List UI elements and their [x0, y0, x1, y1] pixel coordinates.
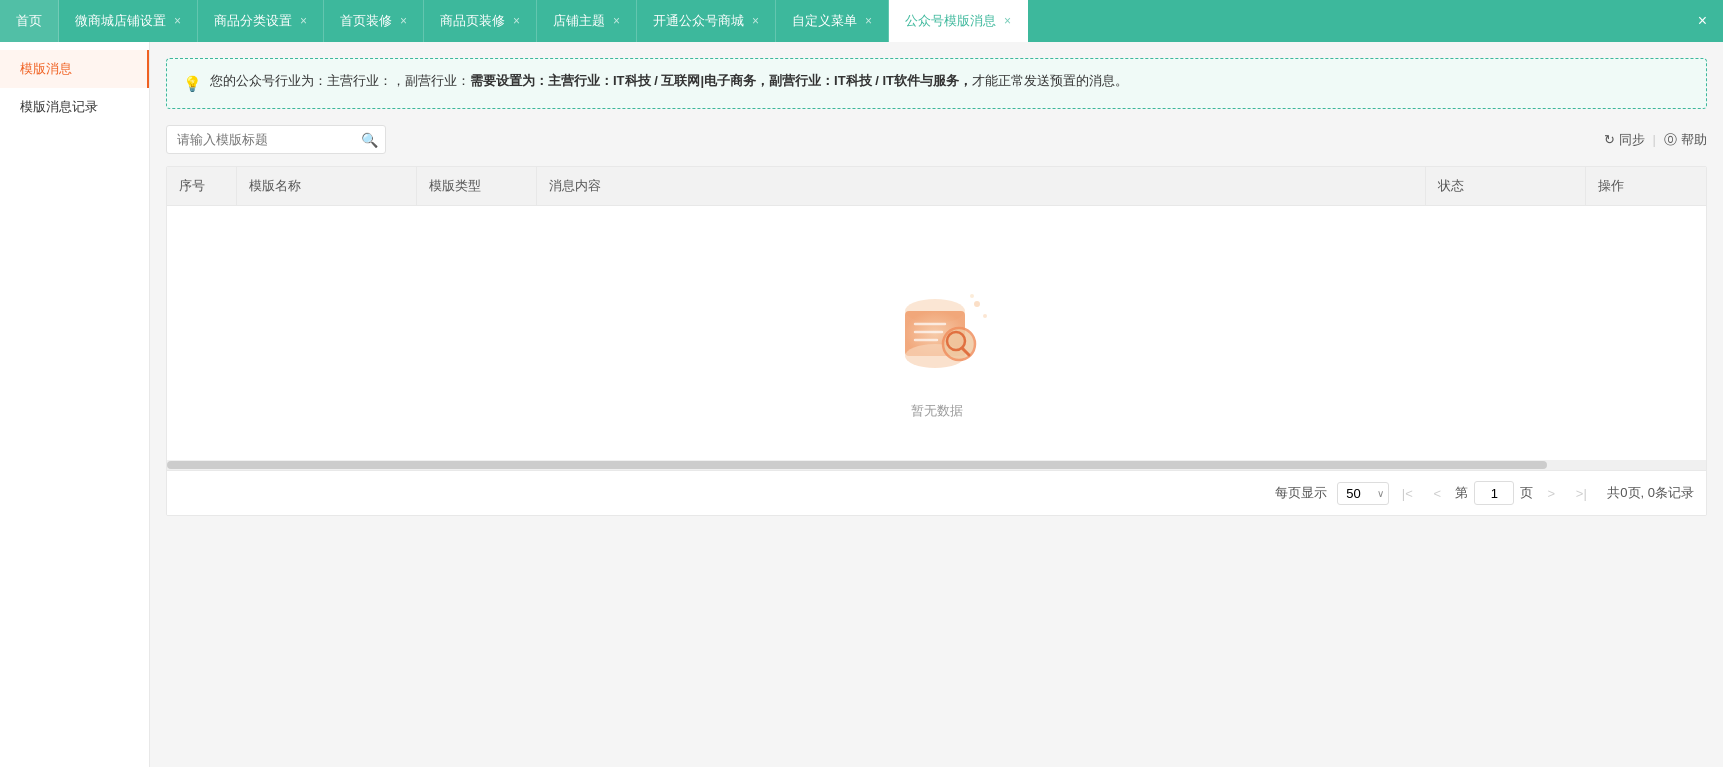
tab-close-openshop[interactable]: ×	[752, 14, 759, 28]
tab-close-productpage[interactable]: ×	[513, 14, 520, 28]
tab-theme[interactable]: 店铺主题×	[537, 0, 637, 42]
svg-point-10	[983, 314, 987, 318]
svg-point-9	[974, 301, 980, 307]
tab-close-theme[interactable]: ×	[613, 14, 620, 28]
page-number-input[interactable]	[1474, 481, 1514, 505]
empty-icon	[877, 266, 997, 386]
top-nav: 首页微商城店铺设置×商品分类设置×首页装修×商品页装修×店铺主题×开通公众号商城…	[0, 0, 1723, 42]
tab-close-categories[interactable]: ×	[300, 14, 307, 28]
search-input[interactable]	[166, 125, 386, 154]
main-content: 💡 您的公众号行业为：主营行业：，副营行业：需要设置为：主营行业：IT科技 / …	[150, 42, 1723, 767]
notice-text: 您的公众号行业为：主营行业：，副营行业：需要设置为：主营行业：IT科技 / 互联…	[210, 71, 1128, 92]
per-page-select-wrap: 50 20 100	[1337, 482, 1389, 505]
tab-close-homepage[interactable]: ×	[400, 14, 407, 28]
col-action: 操作	[1586, 167, 1706, 205]
tab-close-weshop[interactable]: ×	[174, 14, 181, 28]
empty-text: 暂无数据	[911, 402, 963, 420]
layout: 模版消息模版消息记录 💡 您的公众号行业为：主营行业：，副营行业：需要设置为：主…	[0, 42, 1723, 767]
tab-productpage[interactable]: 商品页装修×	[424, 0, 537, 42]
toolbar-right: ↻ 同步 | ⓪ 帮助	[1604, 131, 1707, 149]
tab-close-custommenu[interactable]: ×	[865, 14, 872, 28]
empty-state: 暂无数据	[167, 206, 1706, 460]
sidebar: 模版消息模版消息记录	[0, 42, 150, 767]
last-page-button[interactable]: >|	[1569, 481, 1593, 505]
search-input-wrap: 🔍	[166, 125, 386, 154]
tab-weshop[interactable]: 微商城店铺设置×	[59, 0, 198, 42]
search-button[interactable]: 🔍	[361, 132, 378, 148]
col-content: 消息内容	[537, 167, 1426, 205]
refresh-icon: ↻	[1604, 132, 1615, 147]
svg-point-11	[970, 294, 974, 298]
total-label: 共0页, 0条记录	[1607, 484, 1694, 502]
table-header: 序号模版名称模版类型消息内容状态操作	[167, 167, 1706, 206]
data-table: 序号模版名称模版类型消息内容状态操作	[166, 166, 1707, 516]
col-name: 模版名称	[237, 167, 417, 205]
sidebar-item-template-msg[interactable]: 模版消息	[0, 50, 149, 88]
divider: |	[1653, 132, 1656, 147]
tab-templatemsg[interactable]: 公众号模版消息×	[889, 0, 1028, 42]
horizontal-scrollbar[interactable]	[167, 460, 1706, 470]
per-page-select[interactable]: 50 20 100	[1337, 482, 1389, 505]
global-close-button[interactable]: ×	[1682, 0, 1723, 42]
tab-categories[interactable]: 商品分类设置×	[198, 0, 324, 42]
tab-close-templatemsg[interactable]: ×	[1004, 14, 1011, 28]
col-type: 模版类型	[417, 167, 537, 205]
next-page-button[interactable]: >	[1539, 481, 1563, 505]
col-status: 状态	[1426, 167, 1586, 205]
sync-button[interactable]: ↻ 同步	[1604, 131, 1645, 149]
scrollbar-thumb[interactable]	[167, 461, 1547, 469]
col-seq: 序号	[167, 167, 237, 205]
pagination: 每页显示 50 20 100 |< < 第 页 > >| 共0页, 0条记录	[167, 470, 1706, 515]
prev-page-button[interactable]: <	[1425, 481, 1449, 505]
notice-box: 💡 您的公众号行业为：主营行业：，副营行业：需要设置为：主营行业：IT科技 / …	[166, 58, 1707, 109]
help-button[interactable]: ⓪ 帮助	[1664, 131, 1707, 149]
page-label-suffix: 页	[1520, 484, 1533, 502]
first-page-button[interactable]: |<	[1395, 481, 1419, 505]
sidebar-item-template-msg-record[interactable]: 模版消息记录	[0, 88, 149, 126]
tab-custommenu[interactable]: 自定义菜单×	[776, 0, 889, 42]
bulb-icon: 💡	[183, 72, 202, 96]
search-bar: 🔍 ↻ 同步 | ⓪ 帮助	[166, 125, 1707, 154]
help-icon: ⓪	[1664, 131, 1677, 149]
per-page-label: 每页显示	[1275, 484, 1327, 502]
tab-openshop[interactable]: 开通公众号商城×	[637, 0, 776, 42]
tab-home[interactable]: 首页	[0, 0, 59, 42]
page-label-prefix: 第	[1455, 484, 1468, 502]
tab-homepage[interactable]: 首页装修×	[324, 0, 424, 42]
